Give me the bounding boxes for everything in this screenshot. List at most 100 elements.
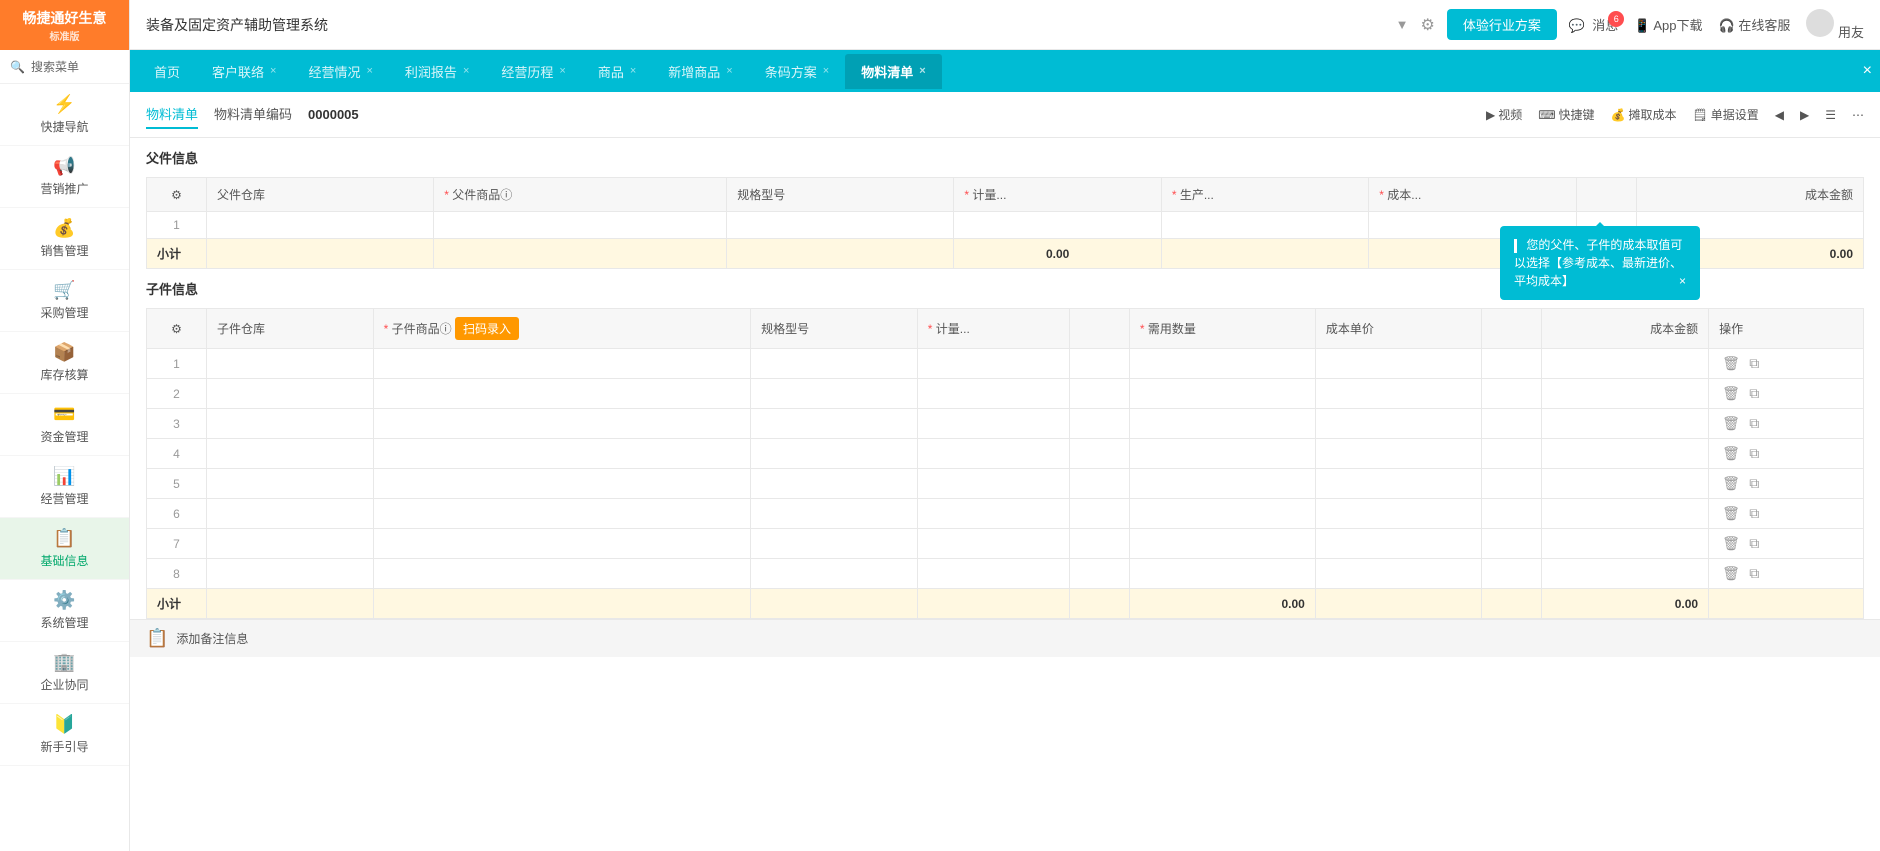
app-download[interactable]: 📱 App下载	[1634, 15, 1702, 34]
tab-operation-history-close[interactable]: ×	[559, 65, 565, 77]
child-warehouse-4[interactable]	[207, 439, 374, 469]
settings-icon[interactable]: ⚙	[1420, 15, 1434, 35]
copy-icon-5[interactable]: ⧉	[1749, 475, 1759, 491]
th-child-settings[interactable]: ⚙	[147, 309, 207, 349]
parent-spec-cell[interactable]	[727, 212, 954, 239]
message-badge[interactable]: 💬 6 消息	[1569, 15, 1618, 34]
sidebar-item-operation[interactable]: 📊 经营管理	[0, 456, 129, 518]
th-parent-cost[interactable]: * 成本...	[1369, 178, 1576, 212]
child-unit-4[interactable]	[917, 439, 1069, 469]
delete-icon-3[interactable]: 🗑	[1722, 415, 1740, 431]
tab-bom[interactable]: 物料清单 ×	[845, 54, 941, 89]
delete-icon-2[interactable]: 🗑	[1722, 385, 1740, 401]
tab-add-product[interactable]: 新增商品 ×	[652, 54, 748, 89]
th-child-unit[interactable]: * 计量...	[917, 309, 1069, 349]
tab-operation-status-close[interactable]: ×	[366, 65, 372, 77]
child-quantity-2[interactable]	[1129, 379, 1315, 409]
child-quantity-4[interactable]	[1129, 439, 1315, 469]
delete-icon-7[interactable]: 🗑	[1722, 535, 1740, 551]
sidebar-item-enterprise[interactable]: 🏢 企业协同	[0, 642, 129, 704]
child-warehouse-3[interactable]	[207, 409, 374, 439]
sidebar-item-sales[interactable]: 💰 销售管理	[0, 208, 129, 270]
copy-icon-2[interactable]: ⧉	[1749, 385, 1759, 401]
user-info[interactable]: 用友	[1806, 9, 1864, 41]
tab-profit-report[interactable]: 利润报告 ×	[389, 54, 485, 89]
child-unit-price-1[interactable]	[1315, 349, 1482, 379]
more-options-icon[interactable]: ⋯	[1852, 108, 1864, 122]
next-record[interactable]: ▶	[1800, 108, 1809, 122]
child-spec-3[interactable]	[751, 409, 918, 439]
child-product-7[interactable]	[373, 529, 751, 559]
th-child-unit-price[interactable]: 成本单价	[1315, 309, 1482, 349]
tab-customers-close[interactable]: ×	[270, 65, 276, 77]
tab-home[interactable]: 首页	[138, 54, 196, 89]
tab-barcode[interactable]: 条码方案 ×	[749, 54, 845, 89]
tab-add-product-close[interactable]: ×	[726, 65, 732, 77]
delete-icon-6[interactable]: 🗑	[1722, 505, 1740, 521]
th-child-warehouse[interactable]: 子件仓库	[207, 309, 374, 349]
th-parent-unit[interactable]: * 计量...	[954, 178, 1161, 212]
video-action[interactable]: ▶ 视频	[1486, 106, 1522, 123]
doc-settings-action[interactable]: 🗒 单据设置	[1693, 106, 1759, 123]
child-spec-4[interactable]	[751, 439, 918, 469]
copy-icon-3[interactable]: ⧉	[1749, 415, 1759, 431]
tooltip-close-icon[interactable]: ×	[1679, 272, 1686, 290]
search-menu[interactable]: 🔍 搜索菜单	[0, 50, 129, 84]
sub-tab-bom-code[interactable]: 物料清单编码	[214, 100, 292, 129]
cost-action[interactable]: 💰 摊取成本	[1611, 106, 1677, 123]
child-product-3[interactable]	[373, 409, 751, 439]
child-quantity-5[interactable]	[1129, 469, 1315, 499]
delete-icon-1[interactable]: 🗑	[1722, 355, 1740, 371]
child-unit-5[interactable]	[917, 469, 1069, 499]
close-all-icon[interactable]: ×	[1863, 62, 1872, 80]
sidebar-item-quick-nav[interactable]: ⚡ 快捷导航	[0, 84, 129, 146]
shortcut-action[interactable]: ⌨ 快捷键	[1538, 106, 1594, 123]
child-warehouse-1[interactable]	[207, 349, 374, 379]
child-warehouse-7[interactable]	[207, 529, 374, 559]
th-parent-spec[interactable]: 规格型号	[727, 178, 954, 212]
copy-icon-8[interactable]: ⧉	[1749, 565, 1759, 581]
th-parent-warehouse[interactable]: 父件仓库	[207, 178, 434, 212]
child-warehouse-2[interactable]	[207, 379, 374, 409]
child-unit-price-5[interactable]	[1315, 469, 1482, 499]
child-unit-2[interactable]	[917, 379, 1069, 409]
child-unit-price-4[interactable]	[1315, 439, 1482, 469]
sidebar-item-marketing[interactable]: 📢 营销推广	[0, 146, 129, 208]
th-child-quantity[interactable]: * 需用数量	[1129, 309, 1315, 349]
parent-production-cell[interactable]	[1161, 212, 1368, 239]
child-unit-price-7[interactable]	[1315, 529, 1482, 559]
copy-icon-7[interactable]: ⧉	[1749, 535, 1759, 551]
parent-unit-cell[interactable]	[954, 212, 1161, 239]
child-quantity-8[interactable]	[1129, 559, 1315, 589]
tab-operation-status[interactable]: 经营情况 ×	[292, 54, 388, 89]
sidebar-item-basic-info[interactable]: 📋 基础信息	[0, 518, 129, 580]
th-parent-product[interactable]: * 父件商品ⓘ	[434, 178, 727, 212]
delete-icon-4[interactable]: 🗑	[1722, 445, 1740, 461]
child-unit-price-3[interactable]	[1315, 409, 1482, 439]
online-service[interactable]: 🎧 在线客服	[1719, 15, 1791, 34]
prev-record[interactable]: ◀	[1775, 108, 1784, 122]
child-unit-3[interactable]	[917, 409, 1069, 439]
th-child-spec[interactable]: 规格型号	[751, 309, 918, 349]
bottom-bar[interactable]: 📋 添加备注信息	[130, 619, 1880, 657]
tab-barcode-close[interactable]: ×	[823, 65, 829, 77]
child-product-5[interactable]	[373, 469, 751, 499]
child-unit-7[interactable]	[917, 529, 1069, 559]
child-unit-8[interactable]	[917, 559, 1069, 589]
scan-button[interactable]: 扫码录入	[455, 317, 519, 340]
sidebar-item-inventory[interactable]: 📦 库存核算	[0, 332, 129, 394]
dropdown-arrow-icon[interactable]: ▼	[1396, 17, 1409, 32]
child-spec-1[interactable]	[751, 349, 918, 379]
trial-btn[interactable]: 体验行业方案	[1447, 9, 1557, 40]
sidebar-item-guide[interactable]: 🔰 新手引导	[0, 704, 129, 766]
child-spec-5[interactable]	[751, 469, 918, 499]
child-warehouse-6[interactable]	[207, 499, 374, 529]
tab-customers[interactable]: 客户联络 ×	[196, 54, 292, 89]
child-spec-8[interactable]	[751, 559, 918, 589]
copy-icon-1[interactable]: ⧉	[1749, 355, 1759, 371]
sidebar-item-finance[interactable]: 💳 资金管理	[0, 394, 129, 456]
child-quantity-3[interactable]	[1129, 409, 1315, 439]
child-warehouse-5[interactable]	[207, 469, 374, 499]
child-unit-price-2[interactable]	[1315, 379, 1482, 409]
child-quantity-1[interactable]	[1129, 349, 1315, 379]
